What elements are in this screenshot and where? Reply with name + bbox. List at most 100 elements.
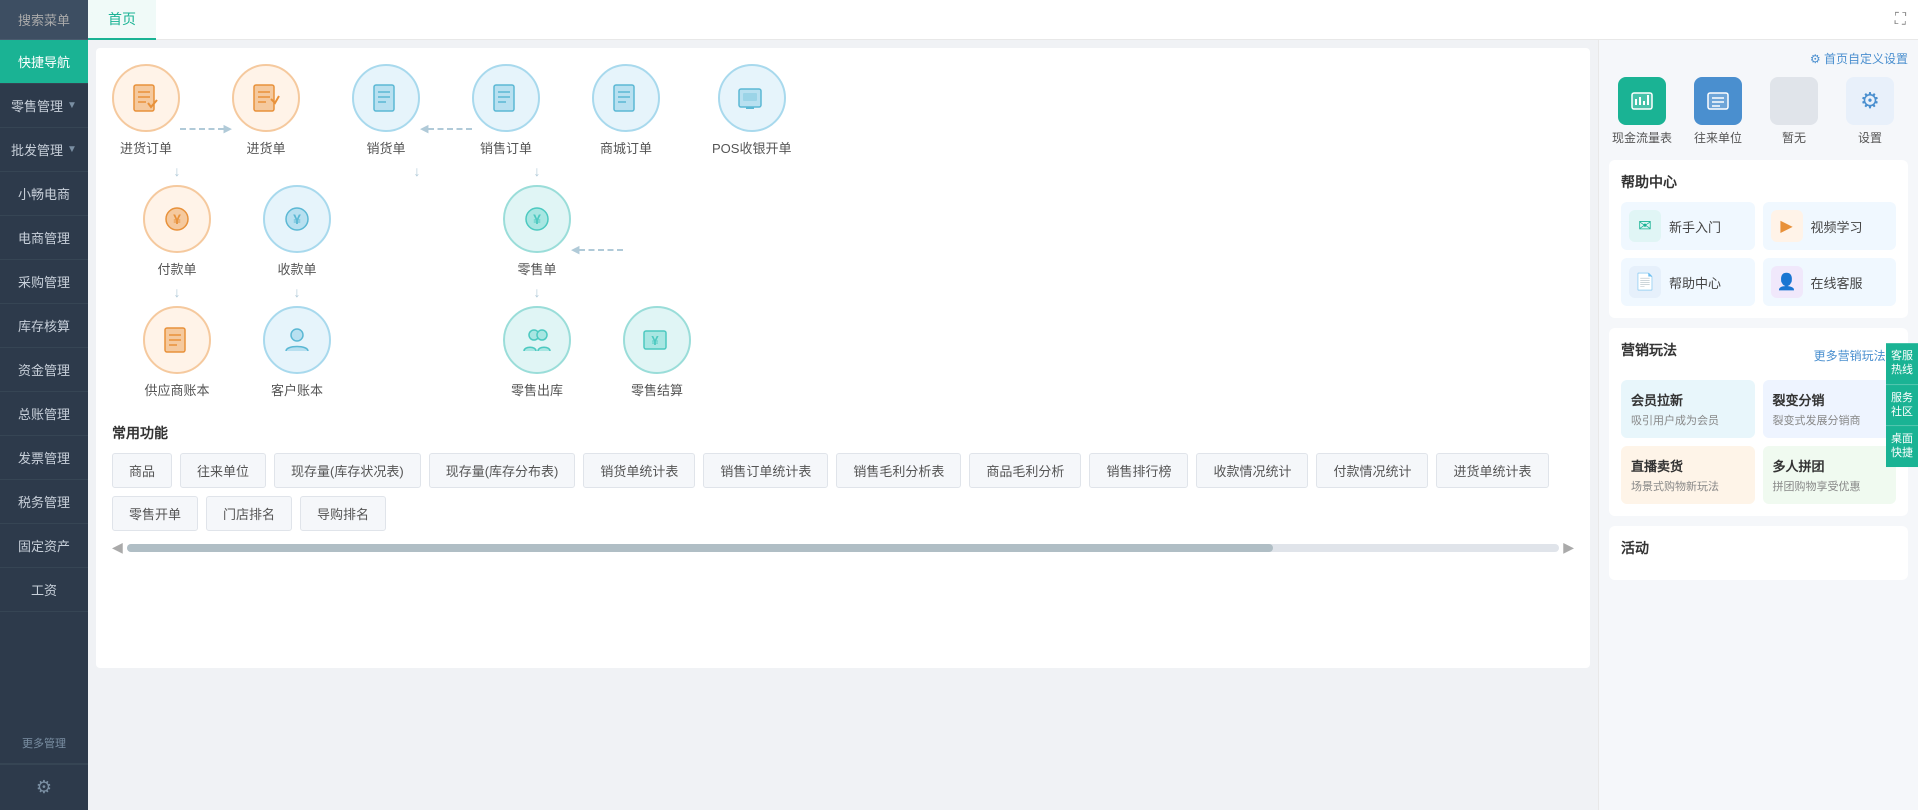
- sidebar-item-lingshou[interactable]: 零售管理 ▼: [0, 84, 88, 128]
- marketing-member[interactable]: 会员拉新 吸引用户成为会员: [1621, 380, 1755, 438]
- sidebar-item-kucun[interactable]: 库存核算: [0, 304, 88, 348]
- node-jinhuod[interactable]: 进货单: [232, 64, 300, 157]
- sidebar-item-xiaochang[interactable]: 小畅电商: [0, 172, 88, 216]
- search-menu[interactable]: 搜索菜单: [0, 0, 88, 40]
- node-shangchengdd[interactable]: 商城订单: [592, 64, 660, 157]
- arrow-right-1: ▶: [180, 122, 232, 157]
- quick-icon-settings[interactable]: ⚙ 设置: [1837, 77, 1903, 146]
- help-item-service[interactable]: 👤 在线客服: [1763, 258, 1897, 306]
- node-gongyingshang[interactable]: 供应商账本: [143, 306, 211, 399]
- sidebar-item-zijin[interactable]: 资金管理: [0, 348, 88, 392]
- cashflow-icon-box: [1618, 77, 1666, 125]
- fullscreen-button[interactable]: ⛶: [1895, 11, 1906, 29]
- sidebar-item-pifa[interactable]: 批发管理 ▼: [0, 128, 88, 172]
- newbie-icon: ✉: [1629, 210, 1661, 242]
- marketing-group[interactable]: 多人拼团 拼团购物享受优惠: [1763, 446, 1897, 504]
- func-btn-2[interactable]: 现存量(库存状况表): [274, 453, 421, 488]
- help-item-newbie[interactable]: ✉ 新手入门: [1621, 202, 1755, 250]
- node-lingshoud[interactable]: ¥ 零售单: [503, 185, 571, 278]
- node-pos[interactable]: POS收银开单: [712, 64, 791, 157]
- arrow-icon: ▼: [67, 144, 77, 155]
- node-shoukuand[interactable]: ¥ 收款单: [263, 185, 331, 278]
- spacer-row2-3: [383, 256, 451, 278]
- scroll-thumb: [127, 544, 1273, 552]
- sidebar-item-shuiwu[interactable]: 税务管理: [0, 480, 88, 524]
- settings-icon-box: ⚙: [1846, 77, 1894, 125]
- help-center-title: 帮助中心: [1621, 172, 1896, 192]
- down-arrow-4: ↓: [503, 157, 571, 185]
- scroll-right-arrow[interactable]: ▶: [1563, 539, 1574, 556]
- pos-spacer: [623, 256, 691, 278]
- sidebar-item-dianshang[interactable]: 电商管理: [0, 216, 88, 260]
- func-btn-3[interactable]: 现存量(库存分布表): [429, 453, 576, 488]
- func-btn-10[interactable]: 付款情况统计: [1316, 453, 1428, 488]
- video-label: 视频学习: [1811, 217, 1863, 236]
- help-grid: ✉ 新手入门 ▶ 视频学习 📄 帮助中心 👤 在线客服: [1621, 202, 1896, 306]
- service-icon: 👤: [1771, 266, 1803, 298]
- spacer-3: [660, 135, 712, 157]
- sidebar-item-more[interactable]: 更多管理: [0, 723, 88, 764]
- help-item-help[interactable]: 📄 帮助中心: [1621, 258, 1755, 306]
- main-content: 进货订单 ▶: [88, 40, 1598, 810]
- service-label: 在线客服: [1811, 273, 1863, 292]
- node-lingshoujsn[interactable]: ¥ 零售结算: [623, 306, 691, 399]
- activity-section: 活动: [1609, 526, 1908, 580]
- func-btn-5[interactable]: 销售订单统计表: [703, 453, 828, 488]
- func-btn-0[interactable]: 商品: [112, 453, 172, 488]
- quick-nav-card: 进货订单 ▶: [96, 48, 1590, 668]
- node-kehuzb[interactable]: 客户账本: [263, 306, 331, 399]
- scroll-track[interactable]: [127, 544, 1559, 552]
- settings-icon-bottom[interactable]: ⚙: [0, 764, 88, 810]
- sidebar-item-kuaijie[interactable]: 快捷导航: [0, 40, 88, 84]
- customize-settings[interactable]: ⚙ 首页自定义设置: [1609, 50, 1908, 67]
- spacer-row2-4: [451, 256, 503, 278]
- help-label: 帮助中心: [1669, 273, 1721, 292]
- func-btn-4[interactable]: 销货单统计表: [583, 453, 695, 488]
- func-btn-13[interactable]: 门店排名: [206, 496, 292, 531]
- quick-icon-cashflow[interactable]: 现金流量表: [1609, 77, 1675, 146]
- scroll-left-arrow[interactable]: ◀: [112, 539, 123, 556]
- svg-text:¥: ¥: [651, 333, 659, 348]
- marketing-split[interactable]: 裂变分销 裂变式发展分销商: [1763, 380, 1897, 438]
- func-btn-6[interactable]: 销售毛利分析表: [836, 453, 961, 488]
- node-xiaohoud[interactable]: 销货单: [352, 64, 420, 157]
- down-arrow-5: [623, 157, 691, 185]
- quick-icon-contacts[interactable]: 往来单位: [1685, 77, 1751, 146]
- spacer-r3-2: [331, 377, 383, 399]
- sidebar-item-guzhan[interactable]: 固定资产: [0, 524, 88, 568]
- float-btn-zhuomian[interactable]: 桌面快捷: [1886, 425, 1918, 467]
- float-btn-shequ[interactable]: 服务社区: [1886, 384, 1918, 426]
- func-btn-1[interactable]: 往来单位: [180, 453, 266, 488]
- func-btn-11[interactable]: 进货单统计表: [1436, 453, 1548, 488]
- func-btn-14[interactable]: 导购排名: [300, 496, 386, 531]
- node-jinhuodd[interactable]: 进货订单: [112, 64, 180, 157]
- sidebar-item-zhangmu[interactable]: 总账管理: [0, 392, 88, 436]
- func-btn-8[interactable]: 销售排行榜: [1089, 453, 1188, 488]
- marketing-live[interactable]: 直播卖货 场景式购物新玩法: [1621, 446, 1755, 504]
- spacer-r3-4: [451, 377, 503, 399]
- down-arrow-r5: [623, 278, 691, 306]
- help-item-video[interactable]: ▶ 视频学习: [1763, 202, 1897, 250]
- node-lingshouchk[interactable]: 零售出库: [503, 306, 571, 399]
- sidebar-item-caigou[interactable]: 采购管理: [0, 260, 88, 304]
- quick-icon-empty[interactable]: 暂无: [1761, 77, 1827, 146]
- spacer-2: [540, 135, 592, 157]
- func-btn-7[interactable]: 商品毛利分析: [969, 453, 1081, 488]
- split-sub: 裂变式发展分销商: [1773, 412, 1887, 428]
- func-btn-9[interactable]: 收款情况统计: [1196, 453, 1308, 488]
- sidebar-item-gongzi[interactable]: 工资: [0, 568, 88, 612]
- node-fukuand[interactable]: ¥ 付款单: [143, 185, 211, 278]
- tab-home[interactable]: 首页: [88, 0, 156, 40]
- topbar: 首页 ⛶: [88, 0, 1918, 40]
- marketing-title: 营销玩法: [1621, 340, 1677, 360]
- node-xiaoshodd[interactable]: 销售订单: [472, 64, 540, 157]
- func-btn-12[interactable]: 零售开单: [112, 496, 198, 531]
- marketing-section: 营销玩法 更多营销玩法 > 会员拉新 吸引用户成为会员 裂变分销 裂变式发展分销…: [1609, 328, 1908, 516]
- sidebar-item-fapiao[interactable]: 发票管理: [0, 436, 88, 480]
- float-btn-kefu[interactable]: 客服热线: [1886, 343, 1918, 384]
- float-buttons: 客服热线 服务社区 桌面快捷: [1886, 343, 1918, 467]
- marketing-more-link[interactable]: 更多营销玩法 >: [1814, 347, 1896, 364]
- svg-text:¥: ¥: [533, 211, 541, 227]
- group-title: 多人拼团: [1773, 456, 1887, 475]
- quick-icons-bar: 现金流量表 往来单位 暂无 ⚙: [1609, 77, 1908, 146]
